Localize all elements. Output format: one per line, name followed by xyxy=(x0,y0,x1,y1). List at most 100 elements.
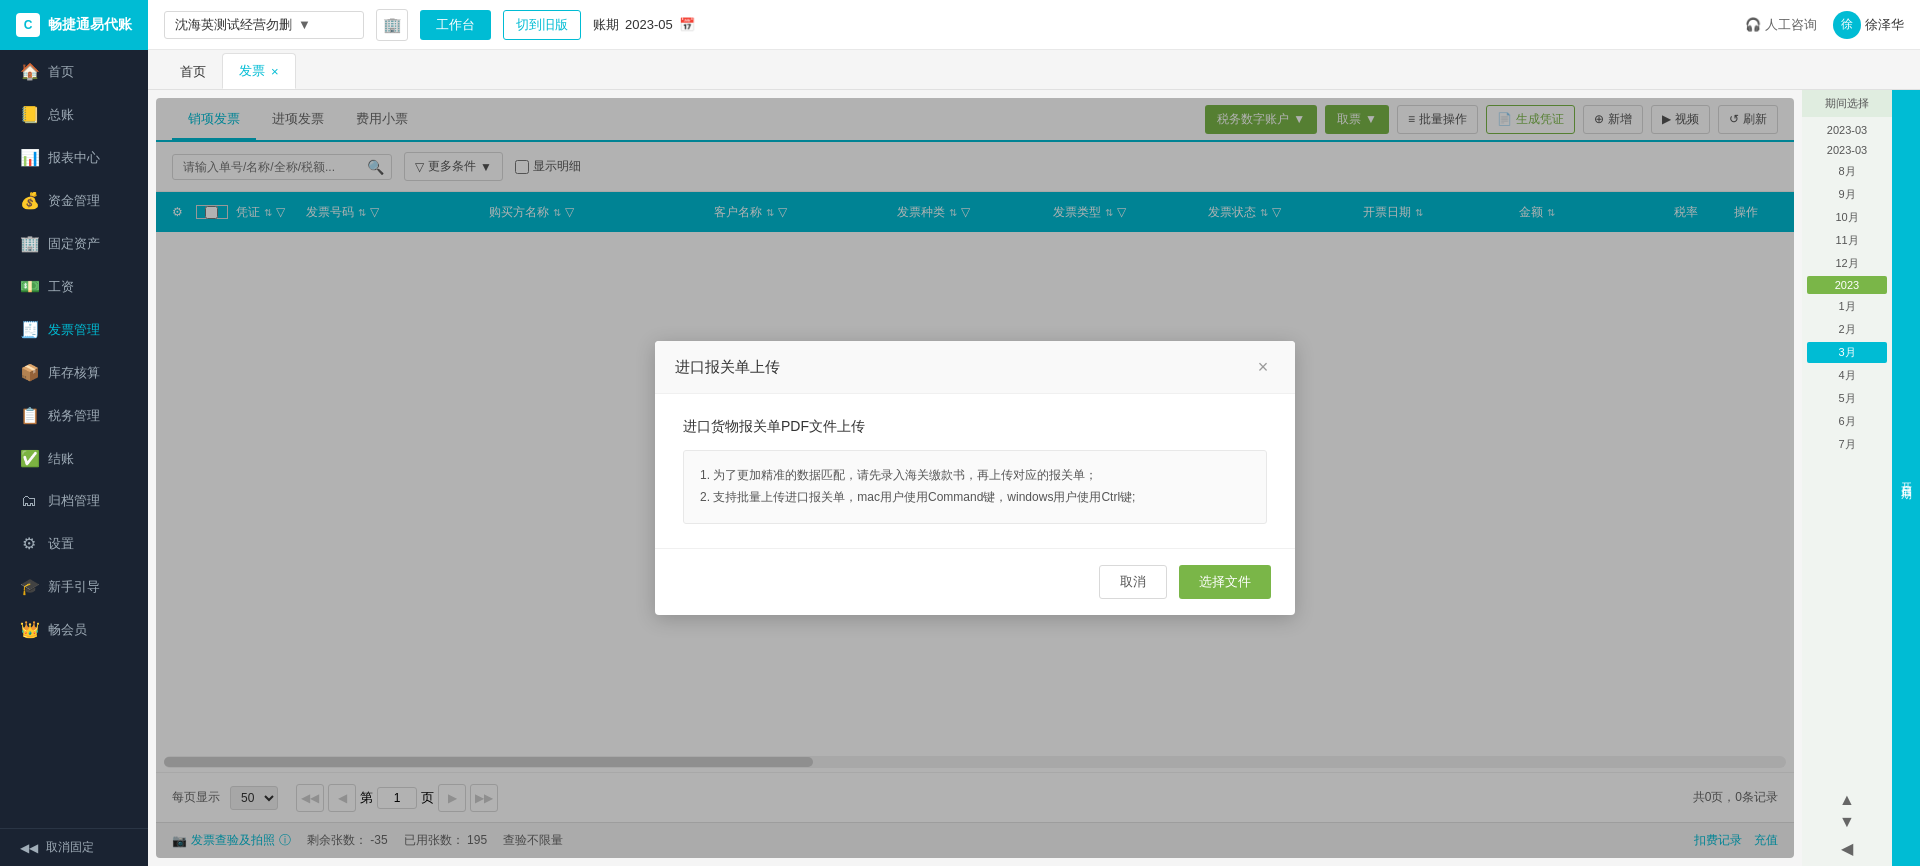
sidebar-item-label: 工资 xyxy=(48,278,74,296)
sidebar-item-label: 报表中心 xyxy=(48,149,100,167)
app-logo: C 畅捷通易代账 xyxy=(0,0,148,50)
switch-version-button[interactable]: 切到旧版 xyxy=(503,10,581,40)
sidebar-item-invoice[interactable]: 🧾 发票管理 xyxy=(0,308,148,351)
sidebar-item-home[interactable]: 🏠 首页 xyxy=(0,50,148,93)
period-5-btn[interactable]: 5月 xyxy=(1807,388,1887,409)
period-12-btn[interactable]: 12月 xyxy=(1807,253,1887,274)
company-icon-btn[interactable]: 🏢 xyxy=(376,9,408,41)
period-8-btn[interactable]: 8月 xyxy=(1807,161,1887,182)
payroll-icon: 💵 xyxy=(20,277,38,296)
sidebar-item-archive[interactable]: 🗂 归档管理 xyxy=(0,480,148,522)
sidebar-item-close[interactable]: ✅ 结账 xyxy=(0,437,148,480)
tax-icon: 📋 xyxy=(20,406,38,425)
period-2023-start-btn[interactable]: 2023-03 xyxy=(1807,141,1887,159)
sidebar-item-label: 库存核算 xyxy=(48,364,100,382)
period-10-btn[interactable]: 10月 xyxy=(1807,207,1887,228)
home-icon: 🏠 xyxy=(20,62,38,81)
top-header: 沈海英测试经营勿删 ▼ 🏢 工作台 切到旧版 账期 2023-05 📅 🎧 人工… xyxy=(148,0,1920,50)
sidebar-item-label: 畅会员 xyxy=(48,621,87,639)
inner-content: 进口报关单上传 × 进口货物报关单PDF文件上传 1. 为了更加精准的数据匹配，… xyxy=(148,90,1920,866)
user-menu[interactable]: 徐 徐泽华 xyxy=(1833,11,1904,39)
tab-invoice[interactable]: 发票 × xyxy=(222,53,296,89)
app-name: 畅捷通易代账 xyxy=(48,16,132,34)
sidebar-item-label: 固定资产 xyxy=(48,235,100,253)
modal-info-item-1: 1. 为了更加精准的数据匹配，请先录入海关缴款书，再上传对应的报关单； xyxy=(700,465,1250,487)
modal-body: 进口货物报关单PDF文件上传 1. 为了更加精准的数据匹配，请先录入海关缴款书，… xyxy=(655,394,1295,547)
sidebar-item-settings[interactable]: ⚙ 设置 xyxy=(0,522,148,565)
open-account-label: 开启日期 xyxy=(1899,474,1914,482)
sidebar-item-label: 首页 xyxy=(48,63,74,81)
sidebar-item-guide[interactable]: 🎓 新手引导 xyxy=(0,565,148,608)
funds-icon: 💰 xyxy=(20,191,38,210)
sidebar-item-payroll[interactable]: 💵 工资 xyxy=(0,265,148,308)
period-2-btn[interactable]: 2月 xyxy=(1807,319,1887,340)
building-icon: 🏢 xyxy=(383,16,402,34)
support-button[interactable]: 🎧 人工咨询 xyxy=(1745,16,1817,34)
ledger-icon: 📒 xyxy=(20,105,38,124)
sidebar: C 畅捷通易代账 🏠 首页 📒 总账 📊 报表中心 💰 资金管理 🏢 固定资产 … xyxy=(0,0,148,866)
sidebar-collapse-btn[interactable]: ◀◀ 取消固定 xyxy=(0,828,148,866)
inventory-icon: 📦 xyxy=(20,363,38,382)
sidebar-item-member[interactable]: 👑 畅会员 xyxy=(0,608,148,651)
modal-info-box: 1. 为了更加精准的数据匹配，请先录入海关缴款书，再上传对应的报关单； 2. 支… xyxy=(683,450,1267,523)
company-selector[interactable]: 沈海英测试经营勿删 ▼ xyxy=(164,11,364,39)
sidebar-item-inventory[interactable]: 📦 库存核算 xyxy=(0,351,148,394)
main-content: 沈海英测试经营勿删 ▼ 🏢 工作台 切到旧版 账期 2023-05 📅 🎧 人工… xyxy=(148,0,1920,866)
period-9-btn[interactable]: 9月 xyxy=(1807,184,1887,205)
period-label: 账期 xyxy=(593,16,619,34)
tab-home-label: 首页 xyxy=(180,63,206,81)
company-name: 沈海英测试经营勿删 xyxy=(175,16,292,34)
period-up-icon[interactable]: ▲ xyxy=(1839,791,1855,809)
sidebar-item-ledger[interactable]: 📒 总账 xyxy=(0,93,148,136)
period-3-btn[interactable]: 3月 xyxy=(1807,342,1887,363)
sidebar-item-funds[interactable]: 💰 资金管理 xyxy=(0,179,148,222)
import-customs-modal: 进口报关单上传 × 进口货物报关单PDF文件上传 1. 为了更加精准的数据匹配，… xyxy=(655,341,1295,614)
tab-close-icon[interactable]: × xyxy=(271,64,279,79)
period-6-btn[interactable]: 6月 xyxy=(1807,411,1887,432)
member-icon: 👑 xyxy=(20,620,38,639)
assets-icon: 🏢 xyxy=(20,234,38,253)
period-info: 账期 2023-05 📅 xyxy=(593,16,695,34)
sidebar-item-label: 税务管理 xyxy=(48,407,100,425)
sidebar-item-reports[interactable]: 📊 报表中心 xyxy=(0,136,148,179)
period-1-btn[interactable]: 1月 xyxy=(1807,296,1887,317)
period-2022-btn[interactable]: 2023-03 xyxy=(1807,121,1887,139)
user-avatar-icon: 徐 xyxy=(1833,11,1861,39)
period-4-btn[interactable]: 4月 xyxy=(1807,365,1887,386)
period-panel-header: 期间选择 xyxy=(1802,90,1892,117)
headset-icon: 🎧 xyxy=(1745,17,1761,32)
period-11-btn[interactable]: 11月 xyxy=(1807,230,1887,251)
modal-cancel-button[interactable]: 取消 xyxy=(1099,565,1167,599)
period-7-btn[interactable]: 7月 xyxy=(1807,434,1887,455)
sidebar-item-label: 结账 xyxy=(48,450,74,468)
modal-select-file-button[interactable]: 选择文件 xyxy=(1179,565,1271,599)
settings-icon: ⚙ xyxy=(20,534,38,553)
modal-close-button[interactable]: × xyxy=(1251,355,1275,379)
sidebar-item-label: 总账 xyxy=(48,106,74,124)
modal-overlay: 进口报关单上传 × 进口货物报关单PDF文件上传 1. 为了更加精准的数据匹配，… xyxy=(156,98,1794,858)
workbench-button[interactable]: 工作台 xyxy=(420,10,491,40)
tab-home[interactable]: 首页 xyxy=(164,55,222,89)
period-down-icon[interactable]: ▼ xyxy=(1839,813,1855,831)
calendar-icon[interactable]: 📅 xyxy=(679,17,695,32)
logo-icon: C xyxy=(16,13,40,37)
sidebar-item-label: 新手引导 xyxy=(48,578,100,596)
sidebar-item-assets[interactable]: 🏢 固定资产 xyxy=(0,222,148,265)
close-accounts-icon: ✅ xyxy=(20,449,38,468)
tab-bar: 首页 发票 × xyxy=(148,50,1920,90)
sidebar-bottom-label: 取消固定 xyxy=(46,839,94,856)
open-account-panel[interactable]: 开启日期 xyxy=(1892,90,1920,866)
modal-header: 进口报关单上传 × xyxy=(655,341,1295,394)
header-right: 🎧 人工咨询 徐 徐泽华 xyxy=(1745,11,1904,39)
archive-icon: 🗂 xyxy=(20,492,38,510)
sidebar-item-tax[interactable]: 📋 税务管理 xyxy=(0,394,148,437)
modal-info-item-2: 2. 支持批量上传进口报关单，mac用户使用Command键，windows用户… xyxy=(700,487,1250,509)
period-value: 2023-05 xyxy=(625,17,673,32)
modal-section-title: 进口货物报关单PDF文件上传 xyxy=(683,418,1267,436)
period-side-panel: 期间选择 2023-03 2023-03 8月 9月 10月 11月 12月 2… xyxy=(1802,90,1892,866)
sidebar-item-label: 归档管理 xyxy=(48,492,100,510)
period-collapse-icon[interactable]: ◀ xyxy=(1841,839,1853,858)
period-2023-btn[interactable]: 2023 xyxy=(1807,276,1887,294)
dropdown-arrow-icon: ▼ xyxy=(298,17,311,32)
period-list: 2023-03 2023-03 8月 9月 10月 11月 12月 2023 1… xyxy=(1802,117,1892,459)
